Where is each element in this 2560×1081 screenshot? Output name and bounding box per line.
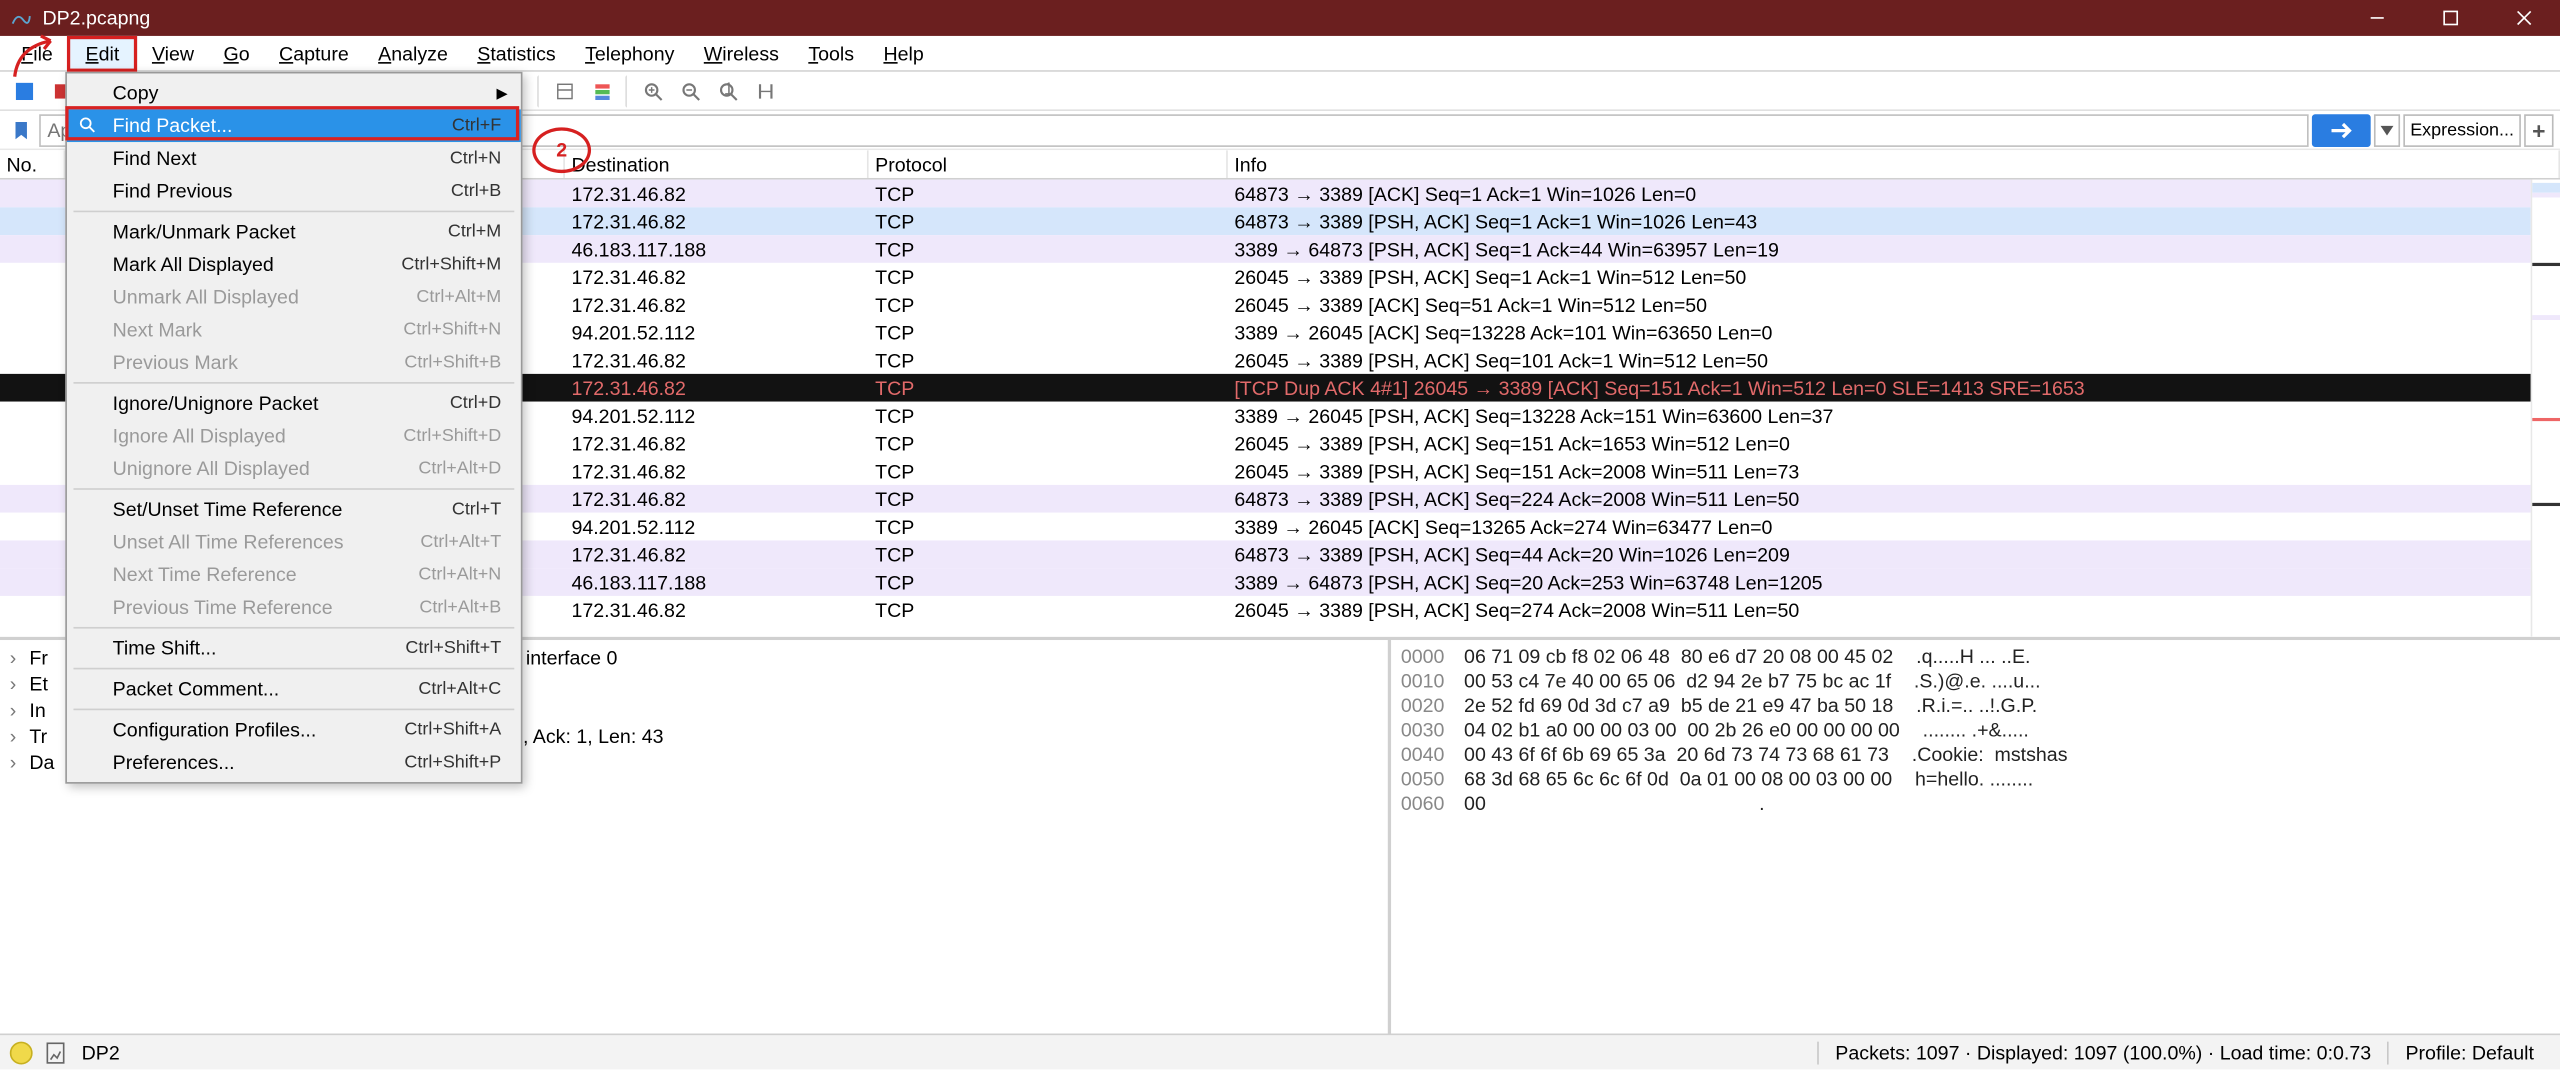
hex-row[interactable]: 006000 . <box>1401 792 2550 816</box>
menu-tools[interactable]: Tools <box>794 38 869 67</box>
close-button[interactable] <box>2487 0 2560 36</box>
bookmark-filter-icon[interactable] <box>7 115 36 144</box>
menu-item-find-previous[interactable]: Find PreviousCtrl+B <box>67 175 521 208</box>
menu-view[interactable]: View <box>137 38 209 67</box>
menu-item-set-unset-time-reference[interactable]: Set/Unset Time ReferenceCtrl+T <box>67 493 521 526</box>
zoom-out-icon[interactable] <box>673 74 709 107</box>
add-filter-button[interactable]: + <box>2524 113 2553 146</box>
menu-item-next-time-reference: Next Time ReferenceCtrl+Alt+N <box>67 558 521 591</box>
svg-text:1: 1 <box>724 79 734 97</box>
hex-row[interactable]: 00202e 52 fd 69 0d 3d c7 a9 b5 de 21 e9 … <box>1401 694 2550 718</box>
status-packets: Packets: 1097 · Displayed: 1097 (100.0%)… <box>1817 1041 2387 1064</box>
minimize-button[interactable] <box>2340 0 2413 36</box>
hex-row[interactable]: 001000 53 c4 7e 40 00 65 06 d2 94 2e b7 … <box>1401 669 2550 693</box>
zoom-reset-icon[interactable]: 1 <box>710 74 746 107</box>
menu-statistics[interactable]: Statistics <box>463 38 571 67</box>
menu-item-find-packet[interactable]: Find Packet...Ctrl+F <box>67 109 521 142</box>
menu-go[interactable]: Go <box>209 38 265 67</box>
edit-menu-dropdown: Copy▶Find Packet...Ctrl+FFind NextCtrl+N… <box>65 72 522 784</box>
menu-item-time-shift[interactable]: Time Shift...Ctrl+Shift+T <box>67 632 521 665</box>
window-title: DP2.pcapng <box>42 7 150 30</box>
capture-file-properties-icon[interactable] <box>42 1039 68 1065</box>
packet-minimap[interactable] <box>2531 180 2560 637</box>
menu-item-configuration-profiles[interactable]: Configuration Profiles...Ctrl+Shift+A <box>67 713 521 746</box>
col-no[interactable]: No. <box>0 150 65 178</box>
menu-item-next-mark: Next MarkCtrl+Shift+N <box>67 313 521 346</box>
menu-item-find-next[interactable]: Find NextCtrl+N <box>67 142 521 175</box>
menu-help[interactable]: Help <box>869 38 939 67</box>
menu-item-packet-comment[interactable]: Packet Comment...Ctrl+Alt+C <box>67 673 521 706</box>
menu-item-previous-mark: Previous MarkCtrl+Shift+B <box>67 346 521 379</box>
maximize-button[interactable] <box>2413 0 2486 36</box>
menu-item-mark-all-displayed[interactable]: Mark All DisplayedCtrl+Shift+M <box>67 248 521 281</box>
hex-row[interactable]: 004000 43 6f 6f 6b 69 65 3a 20 6d 73 74 … <box>1401 743 2550 767</box>
menu-item-copy[interactable]: Copy▶ <box>67 77 521 110</box>
resize-columns-icon[interactable] <box>748 74 784 107</box>
menu-item-mark-unmark-packet[interactable]: Mark/Unmark PacketCtrl+M <box>67 216 521 249</box>
col-destination[interactable]: Destination <box>565 150 869 178</box>
menu-capture[interactable]: Capture <box>264 38 363 67</box>
menu-bar: FileEditViewGoCaptureAnalyzeStatisticsTe… <box>0 36 2560 72</box>
start-capture-icon[interactable] <box>7 74 43 107</box>
wireshark-icon <box>10 7 33 30</box>
col-protocol[interactable]: Protocol <box>869 150 1228 178</box>
title-bar: DP2.pcapng <box>0 0 2560 36</box>
search-icon <box>77 114 100 137</box>
menu-item-unmark-all-displayed: Unmark All DisplayedCtrl+Alt+M <box>67 281 521 314</box>
zoom-in-icon[interactable] <box>635 74 671 107</box>
menu-item-preferences[interactable]: Preferences...Ctrl+Shift+P <box>67 746 521 779</box>
menu-item-unignore-all-displayed: Unignore All DisplayedCtrl+Alt+D <box>67 452 521 485</box>
hex-row[interactable]: 003004 02 b1 a0 00 00 03 00 00 2b 26 e0 … <box>1401 718 2550 742</box>
menu-item-previous-time-reference: Previous Time ReferenceCtrl+Alt+B <box>67 591 521 624</box>
menu-item-unset-all-time-references: Unset All Time ReferencesCtrl+Alt+T <box>67 526 521 559</box>
hex-row[interactable]: 000006 71 09 cb f8 02 06 48 80 e6 d7 20 … <box>1401 645 2550 669</box>
col-info[interactable]: Info <box>1228 150 2560 178</box>
status-profile[interactable]: Profile: Default <box>2387 1041 2550 1064</box>
menu-wireless[interactable]: Wireless <box>689 38 794 67</box>
menu-item-ignore-all-displayed: Ignore All DisplayedCtrl+Shift+D <box>67 420 521 453</box>
menu-telephony[interactable]: Telephony <box>570 38 689 67</box>
menu-edit[interactable]: Edit <box>68 35 138 71</box>
status-file-label: DP2 <box>82 1041 120 1064</box>
menu-analyze[interactable]: Analyze <box>363 38 462 67</box>
colorize-icon[interactable] <box>585 74 627 107</box>
hex-row[interactable]: 005068 3d 68 65 6c 6c 6f 0d 0a 01 00 08 … <box>1401 767 2550 791</box>
filter-history-dropdown[interactable] <box>2374 113 2400 146</box>
packet-bytes-pane[interactable]: 000006 71 09 cb f8 02 06 48 80 e6 d7 20 … <box>1391 640 2560 1033</box>
menu-file[interactable]: File <box>7 38 68 67</box>
autoscroll-icon[interactable] <box>547 74 583 107</box>
apply-filter-button[interactable] <box>2312 113 2371 146</box>
expert-info-icon[interactable] <box>10 1041 33 1064</box>
expression-button[interactable]: Expression... <box>2403 113 2521 146</box>
menu-item-ignore-unignore-packet[interactable]: Ignore/Unignore PacketCtrl+D <box>67 387 521 420</box>
status-bar: DP2 Packets: 1097 · Displayed: 1097 (100… <box>0 1033 2560 1069</box>
